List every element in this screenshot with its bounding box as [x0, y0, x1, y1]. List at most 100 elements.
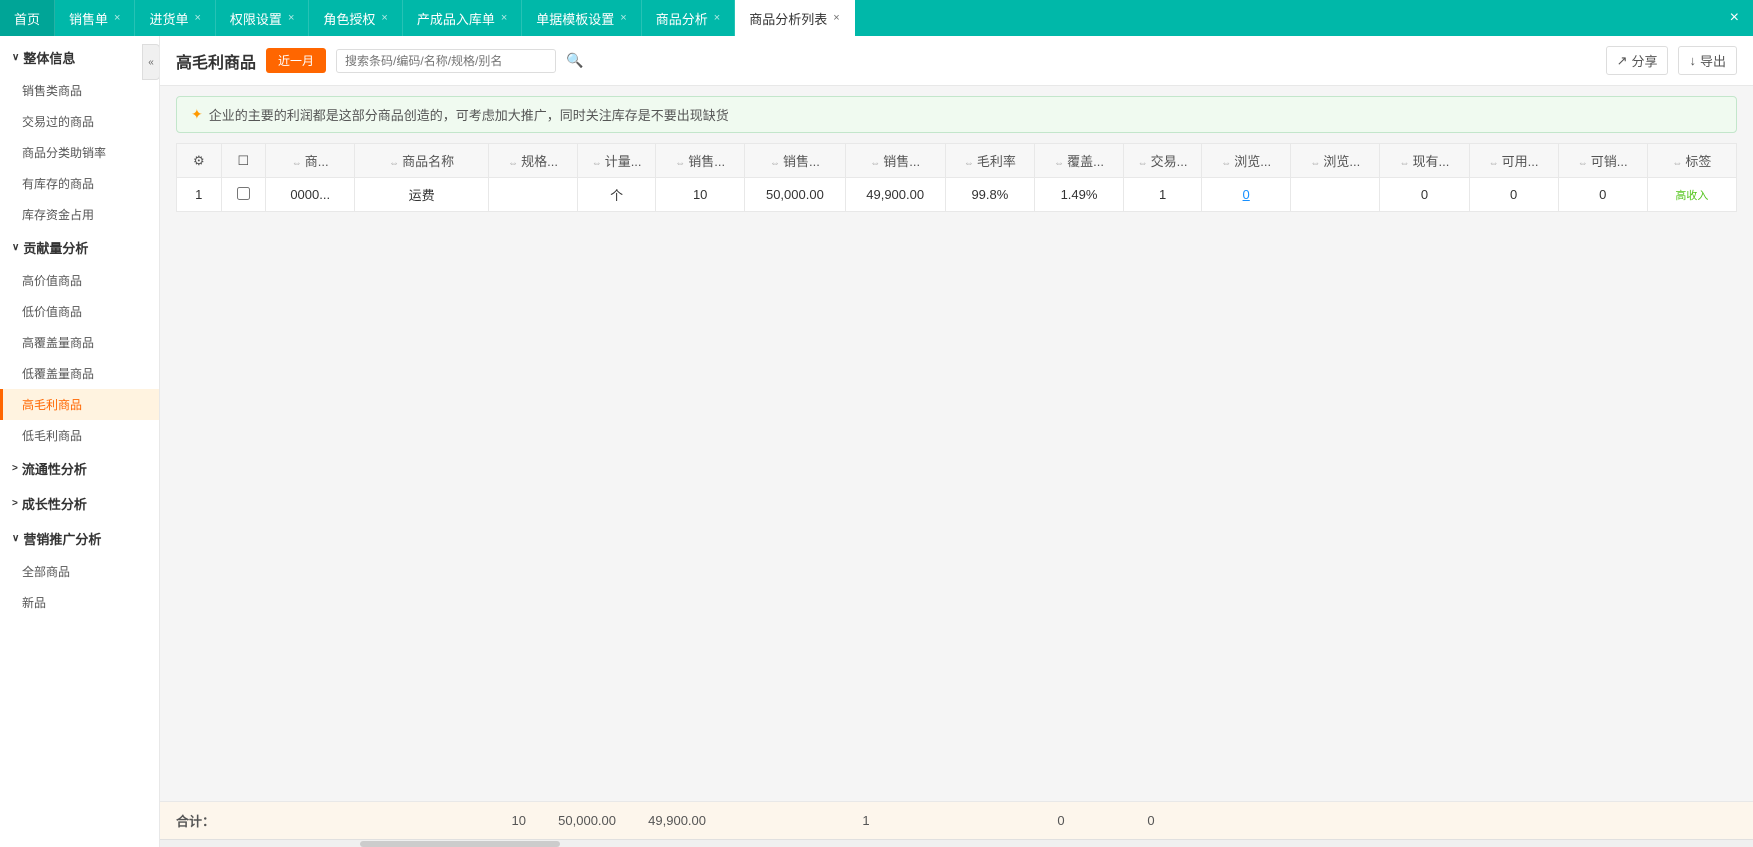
col-resize-9[interactable]: ⇔ — [964, 158, 974, 169]
col-header-12[interactable]: ⇔浏览... — [1202, 144, 1291, 178]
sidebar-item-1-1[interactable]: 低价值商品 — [0, 296, 159, 327]
sidebar-item-0-0[interactable]: 销售类商品 — [0, 75, 159, 106]
col-header-0[interactable]: ⚙ — [177, 144, 222, 178]
sidebar-item-1-4[interactable]: 高毛利商品 — [0, 389, 159, 420]
col-resize-4[interactable]: ⇔ — [508, 158, 518, 169]
nav-close-3[interactable]: × — [288, 12, 294, 24]
col-header-16[interactable]: ⇔可销... — [1558, 144, 1647, 178]
sidebar-group-header-2[interactable]: >流通性分析 — [0, 451, 159, 486]
nav-item-0[interactable]: 首页 — [0, 0, 55, 36]
nav-item-7[interactable]: 商品分析× — [642, 0, 735, 36]
cell-0-8: 49,900.00 — [845, 178, 945, 212]
col-header-9[interactable]: ⇔毛利率 — [945, 144, 1034, 178]
sidebar-item-1-0[interactable]: 高价值商品 — [0, 265, 159, 296]
sidebar-collapse-button[interactable]: « — [142, 44, 160, 80]
col-resize-3[interactable]: ⇔ — [389, 158, 399, 169]
nav-item-3[interactable]: 权限设置× — [216, 0, 309, 36]
table-wrapper[interactable]: ⚙☐⇔商...⇔商品名称⇔规格...⇔计量...⇔销售...⇔销售...⇔销售.… — [160, 143, 1753, 801]
sidebar-item-0-1[interactable]: 交易过的商品 — [0, 106, 159, 137]
col-header-3[interactable]: ⇔商品名称 — [355, 144, 489, 178]
col-resize-14[interactable]: ⇔ — [1400, 158, 1410, 169]
col-header-1[interactable]: ☐ — [221, 144, 266, 178]
sidebar-item-4-1[interactable]: 新品 — [0, 587, 159, 618]
nav-item-1[interactable]: 销售单× — [55, 0, 135, 36]
table-row[interactable]: 10000...运费个1050,000.0049,900.0099.8%1.49… — [177, 178, 1737, 212]
sidebar-group-header-4[interactable]: ∨营销推广分析 — [0, 521, 159, 556]
footer-trade: 1 — [716, 813, 1016, 828]
app-root: 首页销售单×进货单×权限设置×角色授权×产成品入库单×单据模板设置×商品分析×商… — [0, 0, 1753, 847]
col-header-11[interactable]: ⇔交易... — [1124, 144, 1202, 178]
nav-close-7[interactable]: × — [714, 12, 720, 24]
col-resize-8[interactable]: ⇔ — [870, 158, 880, 169]
nav-close-2[interactable]: × — [194, 12, 200, 24]
col-label-9: 毛利率 — [977, 154, 1016, 169]
col-resize-7[interactable]: ⇔ — [770, 158, 780, 169]
sidebar-item-1-2[interactable]: 高覆盖量商品 — [0, 327, 159, 358]
main-layout: « ∨整体信息销售类商品交易过的商品商品分类助销率有库存的商品库存资金占用∨贡献… — [0, 36, 1753, 847]
col-header-14[interactable]: ⇔现有... — [1380, 144, 1469, 178]
scrollbar-thumb[interactable] — [360, 841, 560, 847]
filter-month-button[interactable]: 近一月 — [266, 48, 326, 73]
col-resize-2[interactable]: ⇔ — [292, 158, 302, 169]
col-label-3: 商品名称 — [402, 154, 454, 169]
col-label-4: 规格... — [521, 154, 558, 169]
col-header-4[interactable]: ⇔规格... — [488, 144, 577, 178]
sidebar-group-label-0: 整体信息 — [23, 48, 75, 67]
sidebar-item-0-3[interactable]: 有库存的商品 — [0, 168, 159, 199]
col-resize-10[interactable]: ⇔ — [1054, 158, 1064, 169]
col-resize-5[interactable]: ⇔ — [592, 158, 602, 169]
cell-0-1[interactable] — [221, 178, 266, 212]
info-icon: ✦ — [191, 106, 203, 123]
col-header-5[interactable]: ⇔计量... — [578, 144, 656, 178]
sidebar-item-4-0[interactable]: 全部商品 — [0, 556, 159, 587]
nav-item-4[interactable]: 角色授权× — [309, 0, 402, 36]
nav-item-8[interactable]: 商品分析列表× — [735, 0, 854, 36]
col-resize-16[interactable]: ⇔ — [1578, 158, 1588, 169]
browse-link-0[interactable]: 0 — [1243, 187, 1250, 202]
search-input[interactable] — [336, 49, 556, 73]
search-button[interactable]: 🔍 — [566, 52, 583, 69]
col-header-8[interactable]: ⇔销售... — [845, 144, 945, 178]
nav-close-5[interactable]: × — [501, 12, 507, 24]
nav-close-1[interactable]: × — [114, 12, 120, 24]
cell-0-16: 0 — [1558, 178, 1647, 212]
sidebar-item-1-3[interactable]: 低覆盖量商品 — [0, 358, 159, 389]
col-resize-17[interactable]: ⇔ — [1672, 158, 1682, 169]
col-header-2[interactable]: ⇔商... — [266, 144, 355, 178]
close-all-button[interactable]: × — [1716, 0, 1753, 36]
export-button[interactable]: ↓ 导出 — [1678, 46, 1737, 75]
col-resize-11[interactable]: ⇔ — [1138, 158, 1148, 169]
sidebar-group-header-0[interactable]: ∨整体信息 — [0, 40, 159, 75]
sidebar-item-0-4[interactable]: 库存资金占用 — [0, 199, 159, 230]
nav-item-6[interactable]: 单据模板设置× — [522, 0, 641, 36]
nav-close-6[interactable]: × — [620, 12, 626, 24]
col-resize-15[interactable]: ⇔ — [1489, 158, 1499, 169]
sidebar-item-0-2[interactable]: 商品分类助销率 — [0, 137, 159, 168]
col-header-6[interactable]: ⇔销售... — [656, 144, 745, 178]
col-label-14: 现有... — [1413, 154, 1450, 169]
col-resize-13[interactable]: ⇔ — [1310, 158, 1320, 169]
col-header-17[interactable]: ⇔标签 — [1647, 144, 1736, 178]
export-icon: ↓ — [1689, 53, 1696, 68]
sidebar-group-header-1[interactable]: ∨贡献量分析 — [0, 230, 159, 265]
nav-close-8[interactable]: × — [833, 12, 839, 24]
share-button[interactable]: ↗ 分享 — [1606, 46, 1669, 75]
col-resize-12[interactable]: ⇔ — [1221, 158, 1231, 169]
nav-item-5[interactable]: 产成品入库单× — [403, 0, 522, 36]
col-header-10[interactable]: ⇔覆盖... — [1034, 144, 1123, 178]
sidebar-group-2: >流通性分析 — [0, 451, 159, 486]
col-header-7[interactable]: ⇔销售... — [745, 144, 845, 178]
col-resize-6[interactable]: ⇔ — [675, 158, 685, 169]
cell-0-15: 0 — [1469, 178, 1558, 212]
sidebar-item-1-5[interactable]: 低毛利商品 — [0, 420, 159, 451]
share-icon: ↗ — [1617, 53, 1628, 69]
horizontal-scrollbar[interactable] — [160, 839, 1753, 847]
sidebar-group-header-3[interactable]: >成长性分析 — [0, 486, 159, 521]
nav-close-4[interactable]: × — [381, 12, 387, 24]
col-header-13[interactable]: ⇔浏览... — [1291, 144, 1380, 178]
nav-item-2[interactable]: 进货单× — [135, 0, 215, 36]
sidebar-group-label-4: 营销推广分析 — [23, 529, 101, 548]
cell-0-13 — [1291, 178, 1380, 212]
col-header-15[interactable]: ⇔可用... — [1469, 144, 1558, 178]
row-checkbox-0[interactable] — [237, 187, 250, 200]
